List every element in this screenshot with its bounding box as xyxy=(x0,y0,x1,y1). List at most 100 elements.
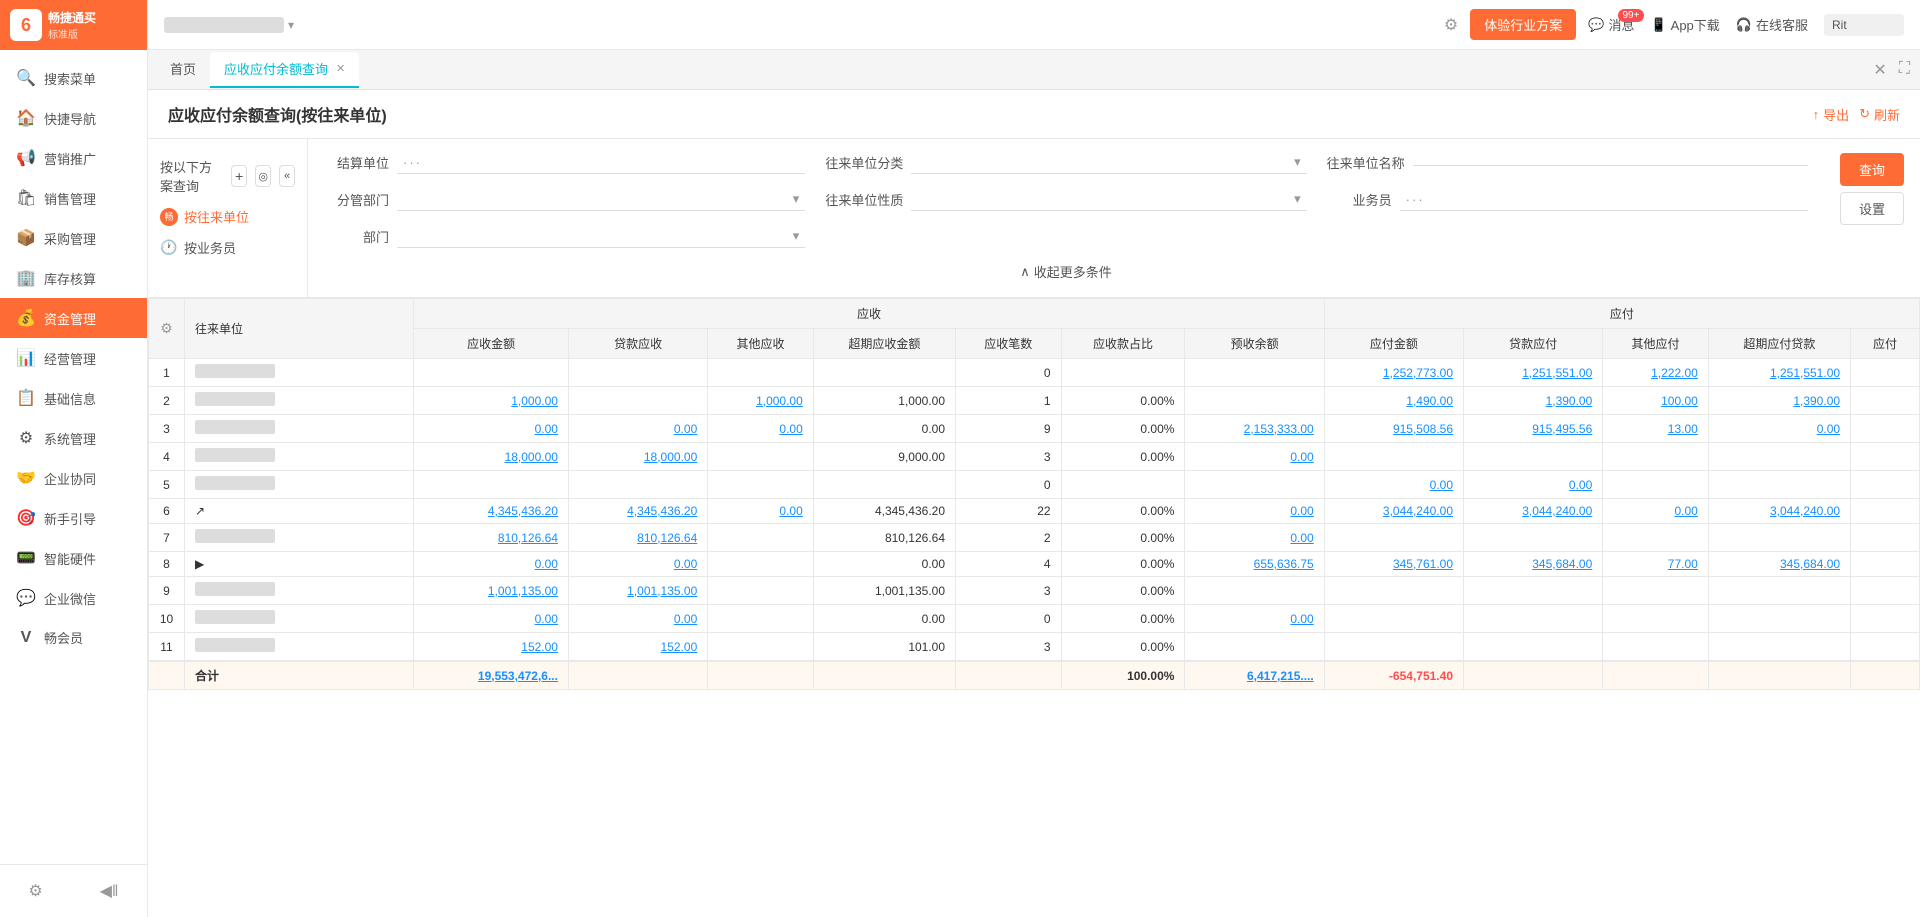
data-cell[interactable]: 152.00 xyxy=(568,633,707,662)
data-cell[interactable] xyxy=(708,471,814,499)
data-cell[interactable] xyxy=(1603,633,1709,662)
data-cell[interactable]: 18,000.00 xyxy=(414,443,569,471)
data-cell[interactable]: 0.00 xyxy=(1185,499,1324,524)
data-cell[interactable]: 1,222.00 xyxy=(1603,359,1709,387)
topbar-avatar[interactable]: Rit xyxy=(1824,14,1904,36)
data-cell[interactable] xyxy=(1603,524,1709,552)
data-cell[interactable]: 100.00 xyxy=(1603,387,1709,415)
data-cell[interactable]: 915,508.56 xyxy=(1324,415,1463,443)
data-cell[interactable] xyxy=(708,633,814,662)
filter-add-btn[interactable]: + xyxy=(231,165,247,187)
tab-close-icon[interactable]: ✕ xyxy=(336,62,345,75)
table-container[interactable]: ⚙ 往来单位 应收 应付 应收金额 贷款应收 其他应收 超期应收金额 应收笔数 … xyxy=(148,298,1920,917)
data-cell[interactable] xyxy=(1185,633,1324,662)
topbar-gear-icon[interactable]: ⚙ xyxy=(1444,15,1458,35)
tab-close-window-btn[interactable]: ✕ xyxy=(1871,58,1888,82)
data-cell[interactable] xyxy=(708,552,814,577)
data-cell[interactable]: 77.00 xyxy=(1603,552,1709,577)
data-cell[interactable] xyxy=(568,359,707,387)
data-cell[interactable] xyxy=(1324,633,1463,662)
sidebar-item-purchase[interactable]: 📦 采购管理 xyxy=(0,218,147,258)
data-cell[interactable]: 1,001,135.00 xyxy=(414,577,569,605)
data-cell[interactable]: 1,252,773.00 xyxy=(1324,359,1463,387)
data-cell[interactable] xyxy=(568,387,707,415)
sidebar-item-quick[interactable]: 🏠 快捷导航 xyxy=(0,98,147,138)
sidebar-item-marketing[interactable]: 📢 营销推广 xyxy=(0,138,147,178)
sidebar-item-system[interactable]: ⚙ 系统管理 xyxy=(0,418,147,458)
filter-name-input[interactable] xyxy=(1413,159,1808,166)
data-cell[interactable] xyxy=(1708,577,1850,605)
data-cell[interactable] xyxy=(708,524,814,552)
data-cell[interactable]: 152.00 xyxy=(414,633,569,662)
sidebar-item-device[interactable]: 📟 智能硬件 xyxy=(0,538,147,578)
data-cell[interactable] xyxy=(708,577,814,605)
data-cell[interactable]: 0.00 xyxy=(414,415,569,443)
data-cell[interactable]: 0.00 xyxy=(568,415,707,443)
data-cell[interactable] xyxy=(1185,359,1324,387)
data-cell[interactable] xyxy=(1603,577,1709,605)
data-cell[interactable]: 0.00 xyxy=(568,605,707,633)
data-cell[interactable]: 1,000.00 xyxy=(708,387,814,415)
data-cell[interactable]: 345,684.00 xyxy=(1708,552,1850,577)
filter-settlement-input[interactable]: ··· xyxy=(397,152,805,174)
sidebar-collapse-btn[interactable]: ◀‖ xyxy=(94,875,125,907)
left-panel-item-staff[interactable]: 🕐 按业务员 xyxy=(148,232,307,263)
filter-more-btn[interactable]: « xyxy=(279,165,295,187)
data-cell[interactable]: 3,044,240.00 xyxy=(1708,499,1850,524)
data-cell[interactable]: 0.00 xyxy=(1185,443,1324,471)
sidebar-item-sales[interactable]: 🛍 销售管理 xyxy=(0,178,147,218)
data-cell[interactable] xyxy=(1708,524,1850,552)
data-cell[interactable]: 655,636.75 xyxy=(1185,552,1324,577)
query-button[interactable]: 查询 xyxy=(1840,153,1904,186)
data-cell[interactable]: 0.00 xyxy=(708,415,814,443)
data-cell[interactable] xyxy=(414,359,569,387)
data-cell[interactable] xyxy=(1324,524,1463,552)
data-cell[interactable] xyxy=(1603,443,1709,471)
sidebar-item-member[interactable]: V 畅会员 xyxy=(0,618,147,657)
data-cell[interactable]: 1,000.00 xyxy=(414,387,569,415)
data-cell[interactable] xyxy=(1185,577,1324,605)
filter-bmdept-select[interactable]: ▾ xyxy=(397,225,805,248)
left-panel-item-unit[interactable]: 畅 按往来单位 xyxy=(148,201,307,232)
data-cell[interactable] xyxy=(1603,605,1709,633)
data-cell[interactable]: 1,251,551.00 xyxy=(1708,359,1850,387)
data-cell[interactable]: 345,761.00 xyxy=(1324,552,1463,577)
data-cell[interactable]: 0.00 xyxy=(568,552,707,577)
sidebar-item-corp[interactable]: 🤝 企业协同 xyxy=(0,458,147,498)
data-cell[interactable] xyxy=(1464,605,1603,633)
data-cell[interactable] xyxy=(708,443,814,471)
data-cell[interactable]: 810,126.64 xyxy=(568,524,707,552)
collapse-btn[interactable]: ∧ 收起更多条件 xyxy=(324,258,1808,285)
topbar-service[interactable]: 🎧 在线客服 xyxy=(1736,15,1808,34)
filter-settings-btn[interactable]: ◎ xyxy=(255,165,271,187)
tab-query[interactable]: 应收应付余额查询 ✕ xyxy=(210,52,359,88)
data-cell[interactable]: 1,390.00 xyxy=(1464,387,1603,415)
footer-recv-prepay[interactable]: 6,417,215.... xyxy=(1185,661,1324,690)
data-cell[interactable]: 1,001,135.00 xyxy=(568,577,707,605)
data-cell[interactable]: 0.00 xyxy=(414,605,569,633)
data-cell[interactable]: 0.00 xyxy=(1708,415,1850,443)
sidebar-item-wechat[interactable]: 💬 企业微信 xyxy=(0,578,147,618)
filter-category-select[interactable]: ▾ xyxy=(911,151,1306,174)
data-cell[interactable]: 3,044,240.00 xyxy=(1324,499,1463,524)
data-cell[interactable]: 810,126.64 xyxy=(414,524,569,552)
th-settings-icon[interactable]: ⚙ xyxy=(160,320,173,336)
data-cell[interactable] xyxy=(1464,443,1603,471)
data-cell[interactable] xyxy=(1464,524,1603,552)
data-cell[interactable]: 0.00 xyxy=(1185,605,1324,633)
data-cell[interactable] xyxy=(1464,577,1603,605)
sidebar-item-inventory[interactable]: 🏢 库存核算 xyxy=(0,258,147,298)
data-cell[interactable] xyxy=(1185,387,1324,415)
data-cell[interactable] xyxy=(1464,633,1603,662)
data-cell[interactable]: 1,490.00 xyxy=(1324,387,1463,415)
data-cell[interactable] xyxy=(1708,633,1850,662)
export-button[interactable]: ↑ 导出 xyxy=(1813,105,1850,124)
sidebar-item-search[interactable]: 🔍 搜索菜单 xyxy=(0,58,147,98)
data-cell[interactable] xyxy=(1324,443,1463,471)
data-cell[interactable] xyxy=(568,471,707,499)
data-cell[interactable]: 0.00 xyxy=(1185,524,1324,552)
data-cell[interactable]: 1,251,551.00 xyxy=(1464,359,1603,387)
data-cell[interactable] xyxy=(1324,577,1463,605)
sidebar-item-guide[interactable]: 🎯 新手引导 xyxy=(0,498,147,538)
data-cell[interactable]: 3,044,240.00 xyxy=(1464,499,1603,524)
